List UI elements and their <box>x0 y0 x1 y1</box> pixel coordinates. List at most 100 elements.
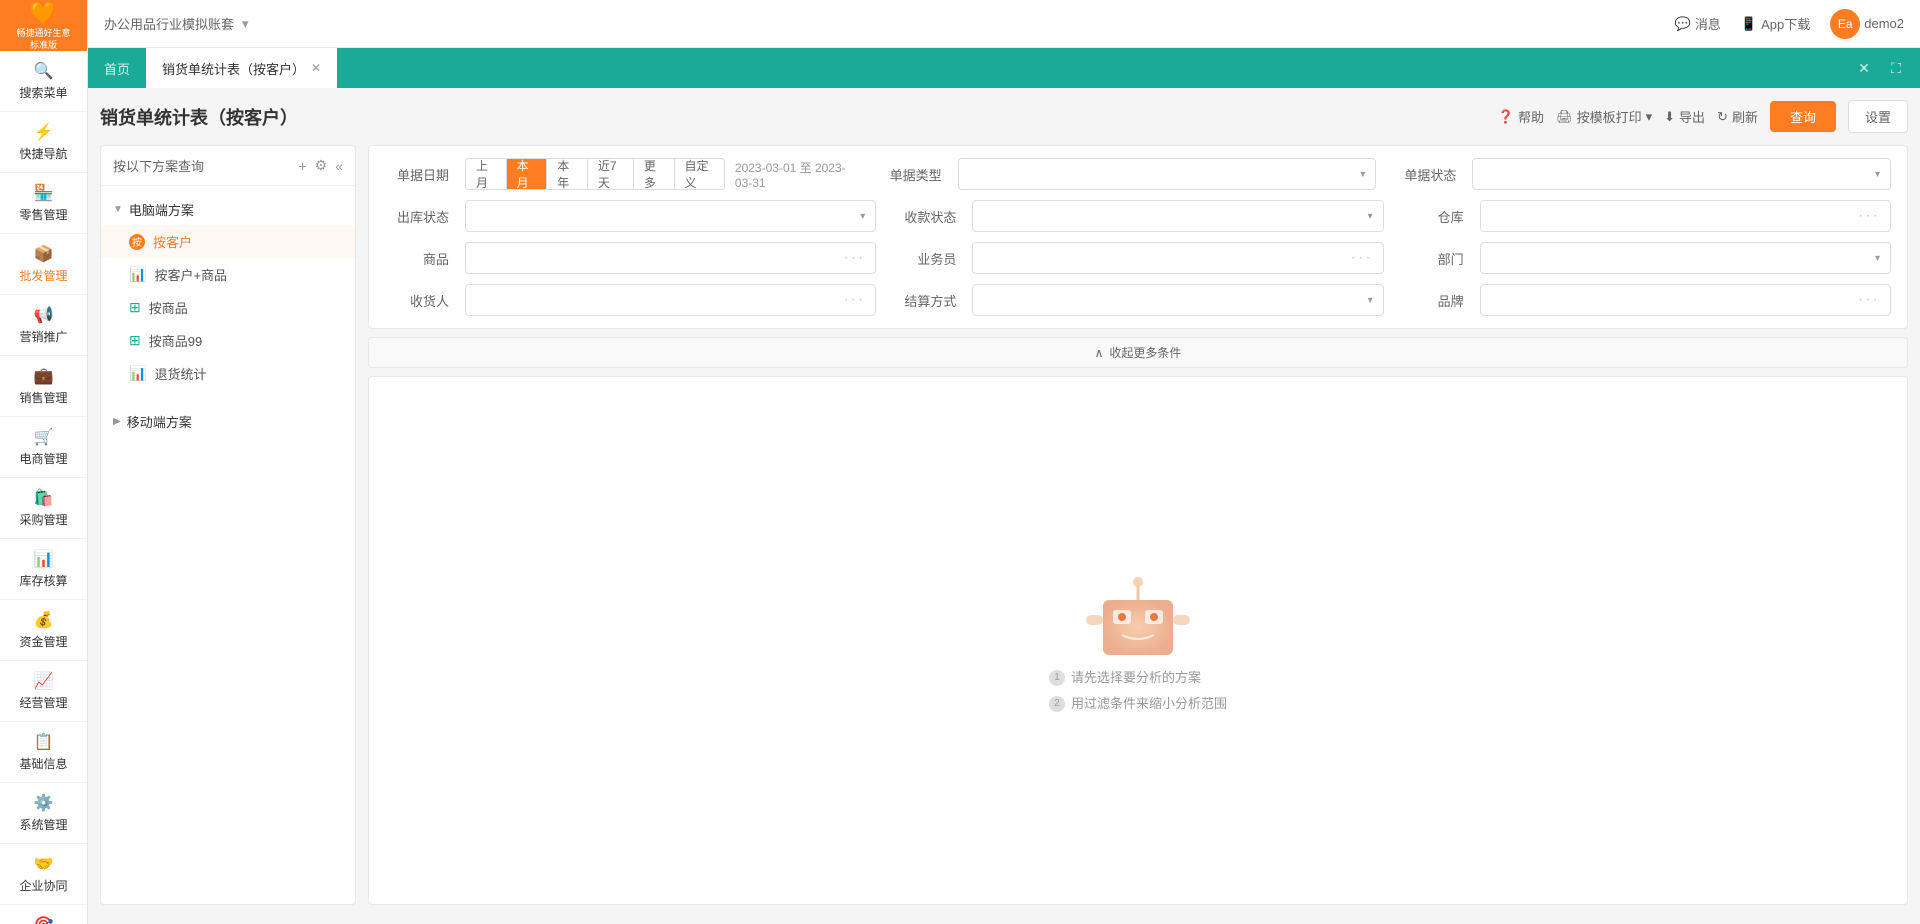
date-tab-7days[interactable]: 近7天 <box>588 158 634 190</box>
scheme-item-label: 按客户+商品 <box>154 265 227 284</box>
tab-active[interactable]: 销货单统计表（按客户） ✕ <box>146 48 337 88</box>
print-icon: 🖨 <box>1556 109 1573 125</box>
settings-scheme-btn[interactable]: ⚙ <box>315 157 328 174</box>
scheme-item-by-product[interactable]: ⊞ 按商品 <box>101 291 355 324</box>
sidebar-item-enterprise[interactable]: 🤝 企业协同 <box>0 844 87 905</box>
topbar-left: 办公用品行业模拟账套 ▾ <box>104 14 249 33</box>
mobile-scheme-header[interactable]: ▶ 移动端方案 <box>101 406 355 437</box>
logo-icon: 🧡 <box>30 0 57 26</box>
out-arrow: ▾ <box>860 211 865 222</box>
salesperson-dots: ··· <box>1351 249 1373 267</box>
left-panel-title: 按以下方案查询 <box>113 156 204 175</box>
tab-home[interactable]: 首页 <box>88 48 146 88</box>
scheme-item-by-customer-product[interactable]: 📊 按客户+商品 <box>101 258 355 291</box>
app-download-btn[interactable]: 📱 App下载 <box>1741 14 1810 33</box>
collapse-label: 收起更多条件 <box>1109 344 1181 361</box>
app-logo: 🧡 畅捷通好生意 标准版 <box>0 0 88 51</box>
help-btn[interactable]: ❓ 帮助 <box>1498 107 1544 126</box>
sidebar-item-label: 库存核算 <box>5 572 82 589</box>
sidebar-item-search[interactable]: 🔍 搜索菜单 <box>0 51 87 112</box>
print-label: 按模板打印 <box>1577 107 1642 126</box>
scheme-item-by-customer[interactable]: 按 按客户 <box>101 225 355 258</box>
recipient-control[interactable]: ··· <box>465 284 876 316</box>
settings-button[interactable]: 设置 <box>1848 100 1908 133</box>
tabbar: 首页 销货单统计表（按客户） ✕ ✕ ⛶ <box>88 48 1920 88</box>
sidebar-item-label: 搜索菜单 <box>5 84 82 101</box>
sidebar-item-label: 零售管理 <box>5 206 82 223</box>
newuser-icon: 🎯 <box>5 915 82 924</box>
print-btn[interactable]: 🖨 按模板打印 ▾ <box>1556 107 1652 126</box>
date-label: 单据日期 <box>385 165 449 184</box>
type-control[interactable]: ▾ <box>958 158 1377 190</box>
dept-control[interactable]: ▾ <box>1480 242 1891 274</box>
product-control[interactable]: ··· <box>465 242 876 274</box>
sidebar-item-inventory[interactable]: 📊 库存核算 <box>0 539 87 600</box>
tabbar-actions: ✕ ⛶ <box>1840 56 1920 80</box>
date-control: 上月 本月 本年 近7天 更多 自定义 2023-03-01 至 2023-03… <box>465 158 862 190</box>
window-close-btn[interactable]: ✕ <box>1852 56 1876 80</box>
search-icon: 🔍 <box>5 61 82 81</box>
sidebar-item-newuser[interactable]: 🎯 新手引导 <box>0 905 87 924</box>
left-panel-actions: + ⚙ « <box>298 157 343 174</box>
wholesale-icon: 📦 <box>5 244 82 264</box>
window-maximize-btn[interactable]: ⛶ <box>1884 56 1908 80</box>
product-dots: ··· <box>843 249 865 267</box>
receipt-label: 收款状态 <box>892 207 956 226</box>
tab-close-btn[interactable]: ✕ <box>311 61 321 75</box>
sidebar-item-business[interactable]: 📈 经营管理 <box>0 661 87 722</box>
sidebar-item-shortcut[interactable]: ⚡ 快捷导航 <box>0 112 87 173</box>
help-icon: ❓ <box>1498 109 1514 125</box>
export-btn[interactable]: ⬇ 导出 <box>1664 107 1705 126</box>
dept-arrow: ▾ <box>1875 253 1880 264</box>
sidebar-item-ecommerce[interactable]: 🛒 电商管理 <box>0 417 87 478</box>
scheme-item-by-product99[interactable]: ⊞ 按商品99 <box>101 324 355 357</box>
inventory-icon: 📊 <box>5 549 82 569</box>
brand-control[interactable]: ··· <box>1480 284 1891 316</box>
export-label: 导出 <box>1679 107 1705 126</box>
sidebar-item-label: 电商管理 <box>5 450 82 467</box>
sidebar-item-label: 经营管理 <box>5 694 82 711</box>
collapse-panel-btn[interactable]: « <box>335 158 343 174</box>
mobile-scheme-section: ▶ 移动端方案 <box>101 398 355 445</box>
status-label: 单据状态 <box>1392 165 1456 184</box>
out-control[interactable]: ▾ <box>465 200 876 232</box>
print-dropdown-icon[interactable]: ▾ <box>1646 109 1653 125</box>
user-menu[interactable]: Ea demo2 <box>1830 9 1904 39</box>
sidebar-item-sales[interactable]: 💼 销售管理 <box>0 356 87 417</box>
tip-item-1: 1 请先选择要分析的方案 <box>1049 665 1227 691</box>
date-tab-this-year[interactable]: 本年 <box>547 158 588 190</box>
status-control[interactable]: ▾ <box>1472 158 1891 190</box>
refresh-btn[interactable]: ↻ 刷新 <box>1717 107 1758 126</box>
date-tab-last-month[interactable]: 上月 <box>466 158 507 190</box>
sidebar-item-wholesale[interactable]: 📦 批发管理 <box>0 234 87 295</box>
sidebar-item-label: 快捷导航 <box>5 145 82 162</box>
product-label: 商品 <box>385 249 449 268</box>
sidebar-item-finance[interactable]: 💰 资金管理 <box>0 600 87 661</box>
warehouse-control[interactable]: ··· <box>1480 200 1891 232</box>
system-icon: ⚙️ <box>5 793 82 813</box>
industry-dropdown[interactable]: ▾ <box>242 16 249 32</box>
sidebar-item-retail[interactable]: 🏪 零售管理 <box>0 173 87 234</box>
sidebar-item-basic[interactable]: 📋 基础信息 <box>0 722 87 783</box>
query-button[interactable]: 查询 <box>1770 101 1836 132</box>
brand-label: 品牌 <box>1400 291 1464 310</box>
sidebar-item-marketing[interactable]: 📢 营销推广 <box>0 295 87 356</box>
desktop-scheme-header[interactable]: ▼ 电脑端方案 <box>101 194 355 225</box>
salesperson-control[interactable]: ··· <box>972 242 1383 274</box>
collapse-bar[interactable]: ∧ 收起更多条件 <box>368 337 1908 368</box>
add-scheme-btn[interactable]: + <box>298 158 306 174</box>
date-tab-custom[interactable]: 自定义 <box>675 158 724 190</box>
settlement-control[interactable]: ▾ <box>972 284 1383 316</box>
date-tab-more[interactable]: 更多 <box>634 158 675 190</box>
desktop-scheme-section: ▼ 电脑端方案 按 按客户 📊 按客户+商品 ⊞ 按商品 <box>101 186 355 398</box>
basic-icon: 📋 <box>5 732 82 752</box>
page-actions: ❓ 帮助 🖨 按模板打印 ▾ ⬇ 导出 ↻ 刷新 查询 设置 <box>1498 100 1908 133</box>
receipt-control[interactable]: ▾ <box>972 200 1383 232</box>
refresh-label: 刷新 <box>1732 107 1758 126</box>
date-tab-this-month[interactable]: 本月 <box>507 158 548 190</box>
messages-label: 消息 <box>1695 14 1721 33</box>
sidebar-item-system[interactable]: ⚙️ 系统管理 <box>0 783 87 844</box>
scheme-item-return-stats[interactable]: 📊 退货统计 <box>101 357 355 390</box>
sidebar-item-purchase[interactable]: 🛍️ 采购管理 <box>0 478 87 539</box>
messages-btn[interactable]: 💬 消息 <box>1675 14 1721 33</box>
